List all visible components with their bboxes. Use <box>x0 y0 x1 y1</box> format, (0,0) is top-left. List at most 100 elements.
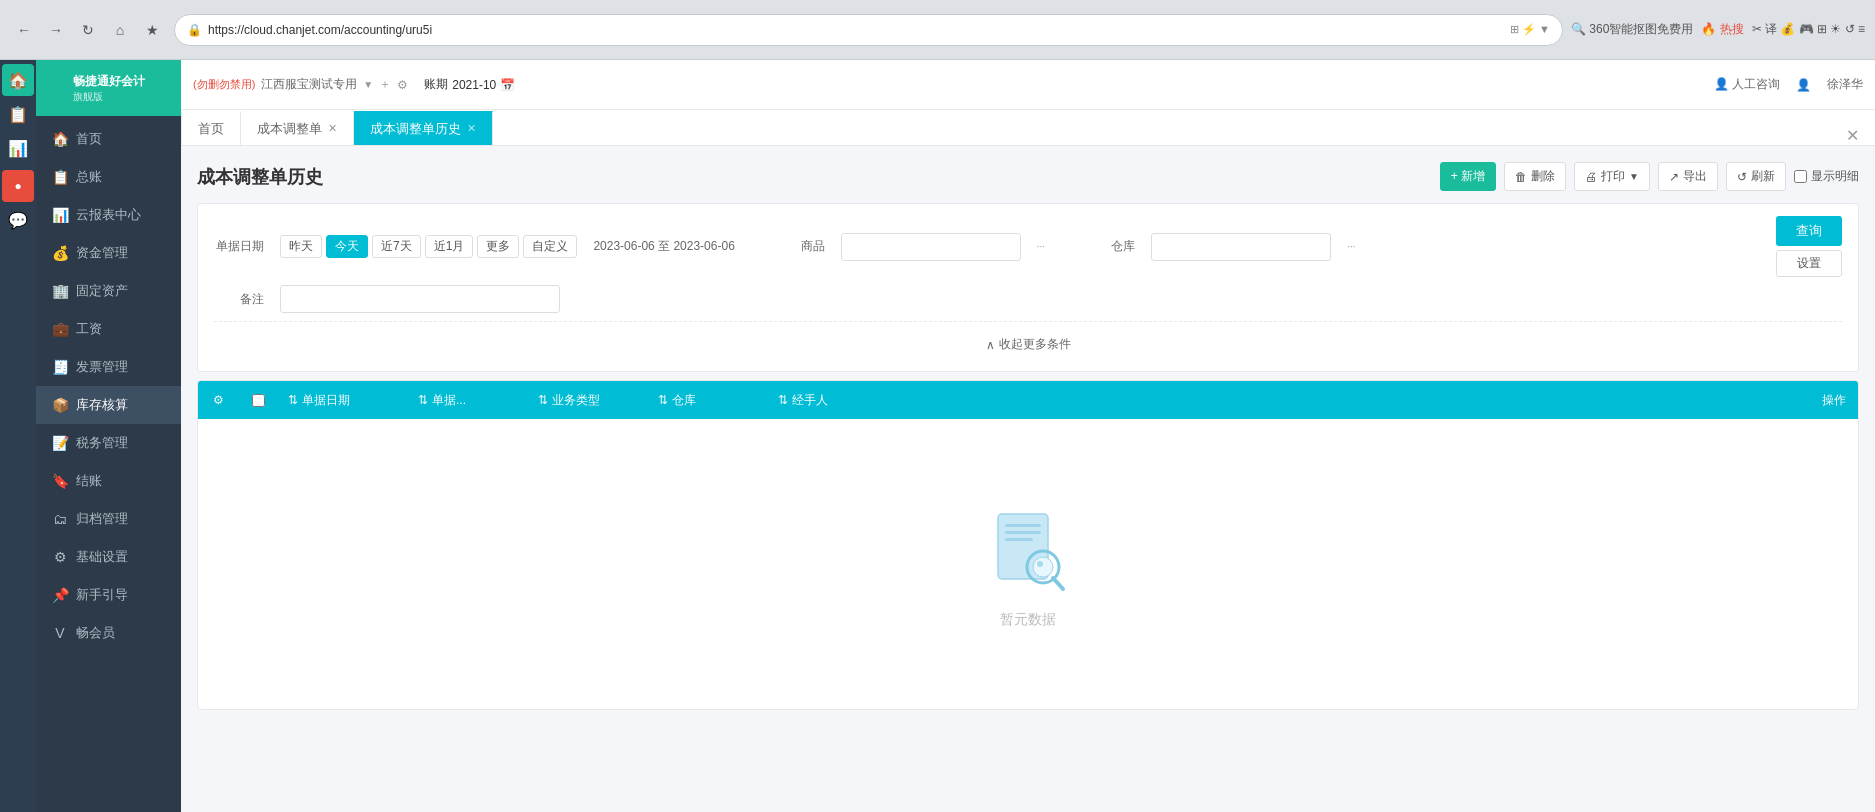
tab-cost-adjust-history[interactable]: 成本调整单历史 ✕ <box>354 111 493 145</box>
company-selector[interactable]: (勿删勿禁用) 江西服宝测试专用 ▼ ＋ ⚙ <box>193 76 408 93</box>
sidebar-item-11[interactable]: ⚙基础设置 <box>36 538 181 576</box>
svg-point-7 <box>1037 561 1043 567</box>
sidebar-item-label-8: 税务管理 <box>76 434 128 452</box>
print-button[interactable]: 🖨 打印 ▼ <box>1574 162 1650 191</box>
browser-chrome: ← → ↻ ⌂ ★ 🔒 https://cloud.chanjet.com/ac… <box>0 0 1875 60</box>
sidebar-item-2[interactable]: 📊云报表中心 <box>36 196 181 234</box>
print-dropdown-arrow[interactable]: ▼ <box>1629 171 1639 182</box>
icon-bar-home[interactable]: 🏠 <box>2 64 34 96</box>
icon-bar-active[interactable]: ● <box>2 170 34 202</box>
service-btn[interactable]: 👤 人工咨询 <box>1714 76 1780 93</box>
dropdown-arrow[interactable]: ▼ <box>363 79 373 90</box>
th-biz-sort-icon: ⇅ <box>538 393 548 407</box>
select-all-checkbox[interactable] <box>252 394 265 407</box>
reload-button[interactable]: ↻ <box>74 16 102 44</box>
goods-filter-label: 商品 <box>775 238 825 255</box>
th-biz-type-label: 业务类型 <box>552 392 600 409</box>
page-header: 成本调整单历史 + 新增 🗑 删除 🖨 打印 ▼ ↗ 导出 <box>197 162 1859 191</box>
tab-cost-adjust[interactable]: 成本调整单 ✕ <box>241 111 354 145</box>
query-button[interactable]: 查询 <box>1776 216 1842 246</box>
back-button[interactable]: ← <box>10 16 38 44</box>
sidebar-item-6[interactable]: 🧾发票管理 <box>36 348 181 386</box>
sidebar-item-icon-11: ⚙ <box>52 549 68 565</box>
th-warehouse[interactable]: ⇅ 仓库 <box>648 392 768 409</box>
settings-icon[interactable]: ⚙ <box>397 78 408 92</box>
th-biz-type[interactable]: ⇅ 业务类型 <box>528 392 648 409</box>
th-checkbox[interactable] <box>238 394 278 407</box>
date-btn-yesterday[interactable]: 昨天 <box>280 235 322 258</box>
sidebar-item-4[interactable]: 🏢固定资产 <box>36 272 181 310</box>
collapse-label: 收起更多条件 <box>999 336 1071 353</box>
date-filter-label: 单据日期 <box>214 238 264 255</box>
browser-right-tools: 🔍 360智能抠图免费用 🔥 热搜 ✂ 译 💰 🎮 ⊞ ☀ ↺ ≡ <box>1571 21 1865 38</box>
sidebar-item-1[interactable]: 📋总账 <box>36 158 181 196</box>
th-handler-label: 经手人 <box>792 392 828 409</box>
icon-bar-chat[interactable]: 💬 <box>2 204 34 236</box>
icon-bar-ledger[interactable]: 📋 <box>2 98 34 130</box>
sidebar-item-label-6: 发票管理 <box>76 358 128 376</box>
tab-close-all[interactable]: ✕ <box>1846 126 1875 145</box>
sidebar-item-9[interactable]: 🔖 结账 <box>36 462 181 500</box>
scissors-tool[interactable]: ✂ 译 💰 🎮 ⊞ ☀ ↺ ≡ <box>1752 21 1865 38</box>
settings-button[interactable]: 设置 <box>1776 250 1842 277</box>
export-button[interactable]: ↗ 导出 <box>1658 162 1718 191</box>
refresh-button[interactable]: ↺ 刷新 <box>1726 162 1786 191</box>
warehouse-more-dots[interactable]: ··· <box>1347 241 1355 252</box>
th-settings[interactable]: ⚙ <box>198 393 238 407</box>
sidebar-item-icon-9: 🔖 <box>52 473 68 489</box>
date-btn-more[interactable]: 更多 <box>477 235 519 258</box>
delete-button[interactable]: 🗑 删除 <box>1504 162 1566 191</box>
sidebar-item-label-3: 资金管理 <box>76 244 128 262</box>
date-btn-today[interactable]: 今天 <box>326 235 368 258</box>
goods-filter-input[interactable] <box>841 233 1021 261</box>
hot-search[interactable]: 🔥 热搜 <box>1701 21 1743 38</box>
warehouse-filter-input[interactable] <box>1151 233 1331 261</box>
sidebar-logo: 畅捷通好会计 旗舰版 <box>36 60 181 116</box>
main-content: (勿删勿禁用) 江西服宝测试专用 ▼ ＋ ⚙ 账期 2021-10 📅 👤 人工… <box>181 60 1875 812</box>
sidebar-item-icon-0: 🏠 <box>52 131 68 147</box>
sidebar: 畅捷通好会计 旗舰版 🏠首页📋总账📊云报表中心💰资金管理🏢固定资产💼工资🧾发票管… <box>36 60 181 812</box>
tab-cost-adjust-close[interactable]: ✕ <box>328 122 337 135</box>
th-handler[interactable]: ⇅ 经手人 <box>768 392 888 409</box>
tab-cost-adjust-history-close[interactable]: ✕ <box>467 122 476 135</box>
dropdown-icon[interactable]: ⊞ ⚡ ▼ <box>1510 23 1550 36</box>
display-detail-checkbox[interactable]: 显示明细 <box>1794 168 1859 185</box>
date-btn-1month[interactable]: 近1月 <box>425 235 474 258</box>
address-bar[interactable]: 🔒 https://cloud.chanjet.com/accounting/u… <box>174 14 1563 46</box>
date-btn-7days[interactable]: 近7天 <box>372 235 421 258</box>
page-actions: + 新增 🗑 删除 🖨 打印 ▼ ↗ 导出 ↺ <box>1440 162 1859 191</box>
sidebar-item-icon-1: 📋 <box>52 169 68 185</box>
sidebar-item-12[interactable]: 📌新手引导 <box>36 576 181 614</box>
icon-bar-report[interactable]: 📊 <box>2 132 34 164</box>
icon-bar: 🏠 📋 📊 ● 💬 <box>0 60 36 812</box>
sidebar-item-7[interactable]: 📦库存核算 <box>36 386 181 424</box>
th-date[interactable]: ⇅ 单据日期 <box>278 392 408 409</box>
sidebar-item-8[interactable]: 📝税务管理 <box>36 424 181 462</box>
empty-state: 暂元数据 <box>198 419 1858 709</box>
sidebar-item-5[interactable]: 💼工资 <box>36 310 181 348</box>
tab-home[interactable]: 首页 <box>181 111 241 145</box>
sidebar-item-13[interactable]: V畅会员 <box>36 614 181 652</box>
search-tool[interactable]: 🔍 360智能抠图免费用 <box>1571 21 1693 38</box>
sidebar-item-0[interactable]: 🏠首页 <box>36 120 181 158</box>
user-name: 徐泽华 <box>1827 76 1863 93</box>
print-icon: 🖨 <box>1585 170 1597 184</box>
calendar-icon[interactable]: 📅 <box>500 78 515 92</box>
user-avatar[interactable]: 👤 <box>1796 78 1811 92</box>
home-button[interactable]: ⌂ <box>106 16 134 44</box>
forward-button[interactable]: → <box>42 16 70 44</box>
sidebar-item-3[interactable]: 💰资金管理 <box>36 234 181 272</box>
svg-rect-2 <box>1005 531 1041 534</box>
note-filter-input[interactable] <box>280 285 560 313</box>
collapse-button[interactable]: ∧ 收起更多条件 <box>214 330 1842 359</box>
th-no[interactable]: ⇅ 单据... <box>408 392 528 409</box>
sidebar-item-10[interactable]: 🗂归档管理 <box>36 500 181 538</box>
add-button[interactable]: + 新增 <box>1440 162 1496 191</box>
display-detail-input[interactable] <box>1794 170 1807 183</box>
sidebar-item-label-5: 工资 <box>76 320 102 338</box>
goods-more-dots[interactable]: ··· <box>1037 241 1045 252</box>
date-btn-custom[interactable]: 自定义 <box>523 235 577 258</box>
add-icon[interactable]: ＋ <box>379 76 391 93</box>
bookmark-button[interactable]: ★ <box>138 16 166 44</box>
sidebar-item-label-9: 结账 <box>76 472 102 490</box>
